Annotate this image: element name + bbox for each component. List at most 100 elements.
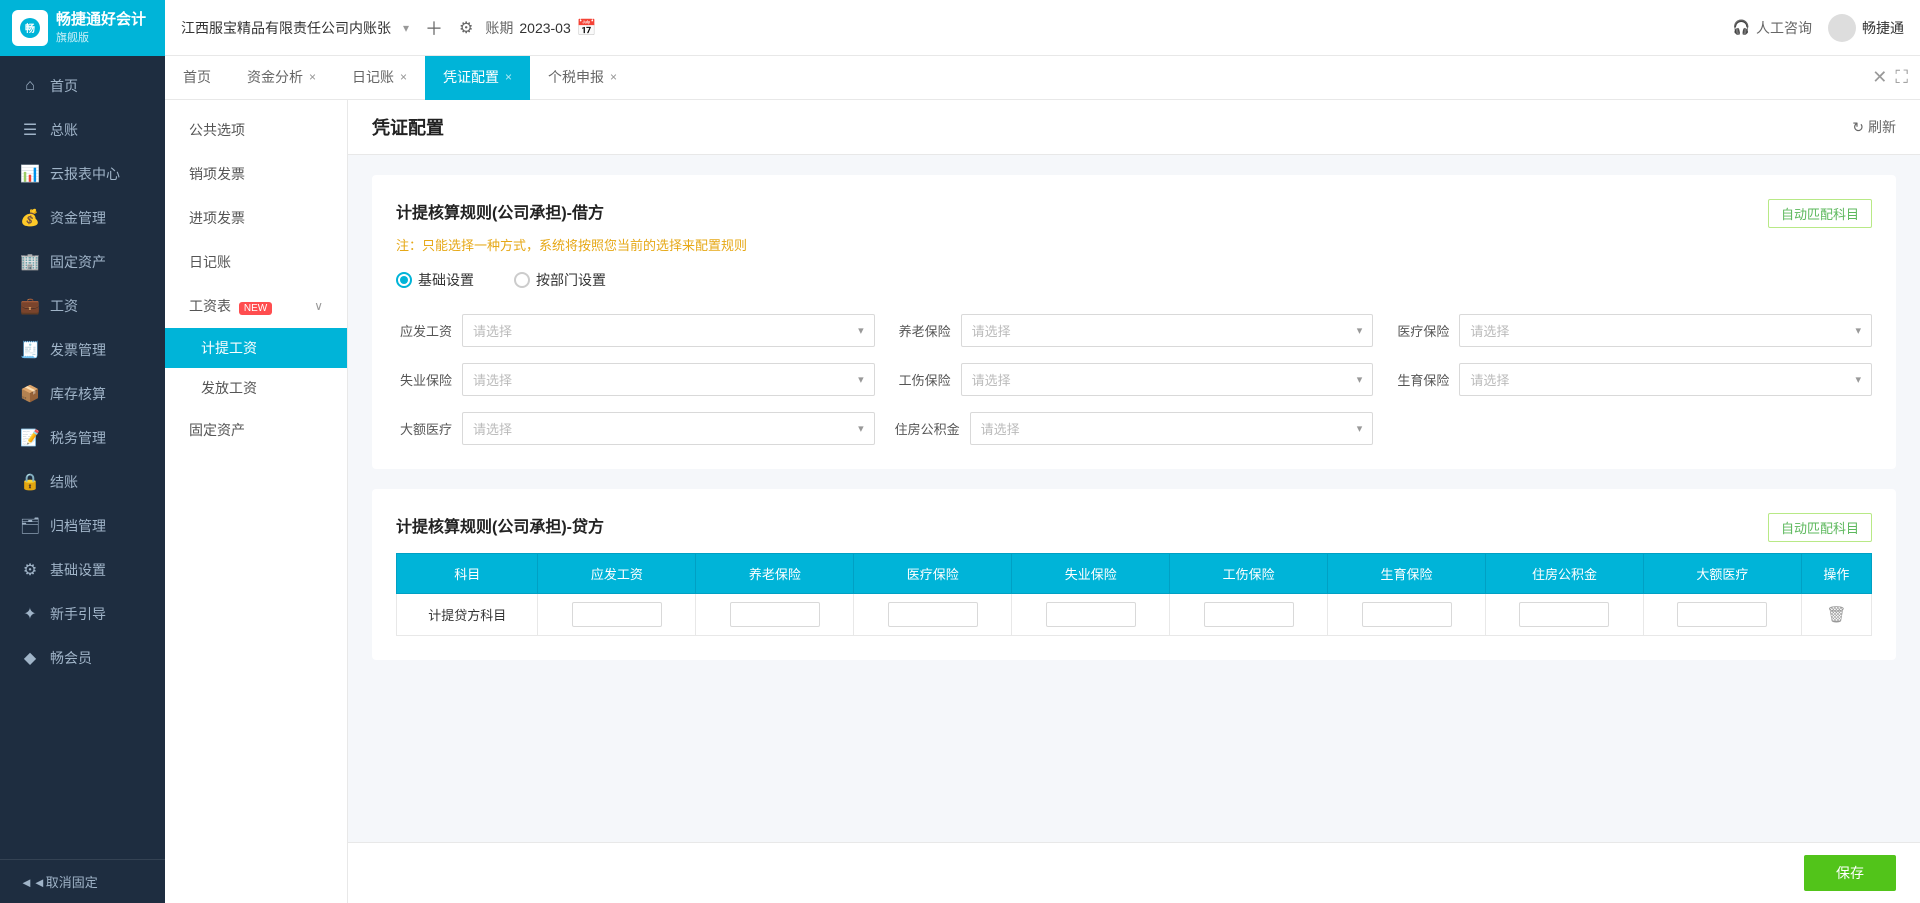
debit-auto-match-button[interactable]: 自动匹配科目	[1768, 199, 1872, 228]
save-button[interactable]: 保存	[1804, 855, 1896, 891]
debit-section-title: 计提核算规则(公司承担)-借方	[396, 199, 1872, 223]
period-display: 账期 2023-03 📅	[485, 18, 596, 38]
page-title: 凭证配置	[372, 114, 444, 140]
user-menu[interactable]: 畅捷通	[1828, 14, 1904, 42]
input-yingfa[interactable]	[572, 602, 662, 627]
sidebar-item-fund[interactable]: 💰 资金管理	[0, 196, 165, 240]
content-wrapper: 公共选项 销项发票 进项发票 日记账 工资表 NEW ∨ 计提工资	[165, 100, 1920, 903]
chevron-down-icon: ▾	[1855, 373, 1861, 386]
tab-voucher-config-close[interactable]: ×	[505, 70, 512, 84]
sidebar-item-stock-label: 库存核算	[50, 384, 106, 404]
tab-tax-report[interactable]: 个税申报 ×	[530, 56, 635, 100]
menu-item-salary-table-label: 工资表 NEW	[189, 296, 272, 316]
select-yanglao-placeholder: 请选择	[972, 321, 1011, 340]
add-company-button[interactable]: ＋	[421, 11, 447, 45]
delete-row-button[interactable]: 🗑	[1826, 607, 1846, 624]
field-gongshang: 工伤保险 请选择 ▾	[895, 363, 1374, 396]
select-dae-yiliao[interactable]: 请选择 ▾	[462, 412, 875, 445]
home-icon: ⌂	[20, 77, 40, 95]
select-yanglao[interactable]: 请选择 ▾	[961, 314, 1374, 347]
company-dropdown-icon[interactable]: ▾	[403, 21, 409, 35]
input-zhufang[interactable]	[1519, 602, 1609, 627]
sidebar-item-close[interactable]: 🔒 结账	[0, 460, 165, 504]
tab-tax-report-close[interactable]: ×	[610, 70, 617, 84]
table-row: 计提贷方科目 🗑	[397, 594, 1872, 636]
menu-item-purchase-invoice-label: 进项发票	[189, 208, 245, 228]
sidebar-item-invoice[interactable]: 🧾 发票管理	[0, 328, 165, 372]
sidebar-item-report[interactable]: 📊 云报表中心	[0, 152, 165, 196]
input-shiye[interactable]	[1046, 602, 1136, 627]
tab-bar: 首页 资金分析 × 日记账 × 凭证配置 × 个税申报 × ✕ ⛶	[165, 56, 1920, 100]
select-zhufang[interactable]: 请选择 ▾	[970, 412, 1374, 445]
menu-item-sales-invoice[interactable]: 销项发票	[165, 152, 347, 196]
input-yiliao[interactable]	[888, 602, 978, 627]
logo[interactable]: 畅 畅捷通好会计 旗舰版	[0, 0, 165, 56]
sidebar-item-assets[interactable]: 🏢 固定资产	[0, 240, 165, 284]
sidebar-item-archive[interactable]: 🗂 归档管理	[0, 504, 165, 548]
input-dae-yiliao[interactable]	[1677, 602, 1767, 627]
select-shiye[interactable]: 请选择 ▾	[462, 363, 875, 396]
menu-item-purchase-invoice[interactable]: 进项发票	[165, 196, 347, 240]
sidebar-item-settings[interactable]: ⚙ 基础设置	[0, 548, 165, 592]
tab-actions: ✕ ⛶	[1872, 67, 1920, 88]
th-yingfa: 应发工资	[538, 554, 696, 594]
select-yiliao[interactable]: 请选择 ▾	[1459, 314, 1872, 347]
tab-voucher-config[interactable]: 凭证配置 ×	[425, 56, 530, 100]
menu-item-fixed-assets[interactable]: 固定资产	[165, 408, 347, 452]
settings-gear-icon[interactable]: ⚙	[459, 18, 473, 38]
menu-item-journal[interactable]: 日记账	[165, 240, 347, 284]
menu-item-calc-salary[interactable]: 计提工资	[165, 328, 347, 368]
sidebar-item-home[interactable]: ⌂ 首页	[0, 64, 165, 108]
maximize-window-button[interactable]: ⛶	[1895, 67, 1908, 88]
refresh-button[interactable]: ↻ 刷新	[1852, 117, 1896, 137]
tab-diary[interactable]: 日记账 ×	[334, 56, 425, 100]
tab-diary-close[interactable]: ×	[400, 70, 407, 84]
th-shiye: 失业保险	[1012, 554, 1170, 594]
select-gongshang[interactable]: 请选择 ▾	[961, 363, 1374, 396]
period-value: 2023-03	[519, 20, 570, 36]
logo-title: 畅捷通好会计	[56, 11, 146, 29]
input-gongshang[interactable]	[1204, 602, 1294, 627]
tab-home-label: 首页	[183, 67, 211, 87]
logo-icon: 畅	[12, 10, 48, 46]
input-yanglao[interactable]	[730, 602, 820, 627]
cell-gongshang	[1170, 594, 1328, 636]
sidebar-item-home-label: 首页	[50, 76, 78, 96]
sidebar-item-member-label: 畅会员	[50, 648, 92, 668]
sidebar-item-salary[interactable]: 💼 工资	[0, 284, 165, 328]
field-shiye: 失业保险 请选择 ▾	[396, 363, 875, 396]
select-yiliao-placeholder: 请选择	[1470, 321, 1509, 340]
label-gongshang: 工伤保险	[895, 370, 951, 389]
select-shengyu[interactable]: 请选择 ▾	[1459, 363, 1872, 396]
tab-home[interactable]: 首页	[165, 56, 229, 100]
cell-yingfa	[538, 594, 696, 636]
radio-dept[interactable]: 按部门设置	[514, 270, 606, 290]
menu-item-public[interactable]: 公共选项	[165, 108, 347, 152]
refresh-icon: ↻	[1852, 119, 1864, 136]
tab-fund-analysis[interactable]: 资金分析 ×	[229, 56, 334, 100]
radio-basic[interactable]: 基础设置	[396, 270, 474, 290]
credit-auto-match-button[interactable]: 自动匹配科目	[1768, 513, 1872, 542]
sidebar-item-ledger[interactable]: ☰ 总账	[0, 108, 165, 152]
tab-voucher-config-label: 凭证配置	[443, 67, 499, 87]
menu-item-pay-salary[interactable]: 发放工资	[165, 368, 347, 408]
fund-icon: 💰	[20, 208, 40, 228]
field-dae-yiliao: 大额医疗 请选择 ▾	[396, 412, 875, 445]
sidebar-item-stock[interactable]: 📦 库存核算	[0, 372, 165, 416]
main-area: 江西服宝精品有限责任公司内账张 ▾ ＋ ⚙ 账期 2023-03 📅 🎧 人工咨…	[165, 0, 1920, 903]
unpin-button[interactable]: ◄◄取消固定	[0, 859, 165, 903]
calendar-icon[interactable]: 📅	[577, 18, 597, 38]
select-yingfa[interactable]: 请选择 ▾	[462, 314, 875, 347]
close-window-button[interactable]: ✕	[1872, 67, 1887, 88]
tab-fund-analysis-close[interactable]: ×	[309, 70, 316, 84]
cell-zhufang	[1486, 594, 1644, 636]
menu-item-salary-table[interactable]: 工资表 NEW ∨	[165, 284, 347, 328]
radio-basic-dot	[400, 276, 408, 284]
th-subject: 科目	[397, 554, 538, 594]
input-shengyu[interactable]	[1362, 602, 1452, 627]
sidebar-item-guide[interactable]: ✦ 新手引导	[0, 592, 165, 636]
sidebar-item-member[interactable]: ◆ 畅会员	[0, 636, 165, 680]
service-button[interactable]: 🎧 人工咨询	[1733, 18, 1812, 38]
sidebar-item-tax[interactable]: 📝 税务管理	[0, 416, 165, 460]
company-name: 江西服宝精品有限责任公司内账张	[181, 18, 391, 38]
